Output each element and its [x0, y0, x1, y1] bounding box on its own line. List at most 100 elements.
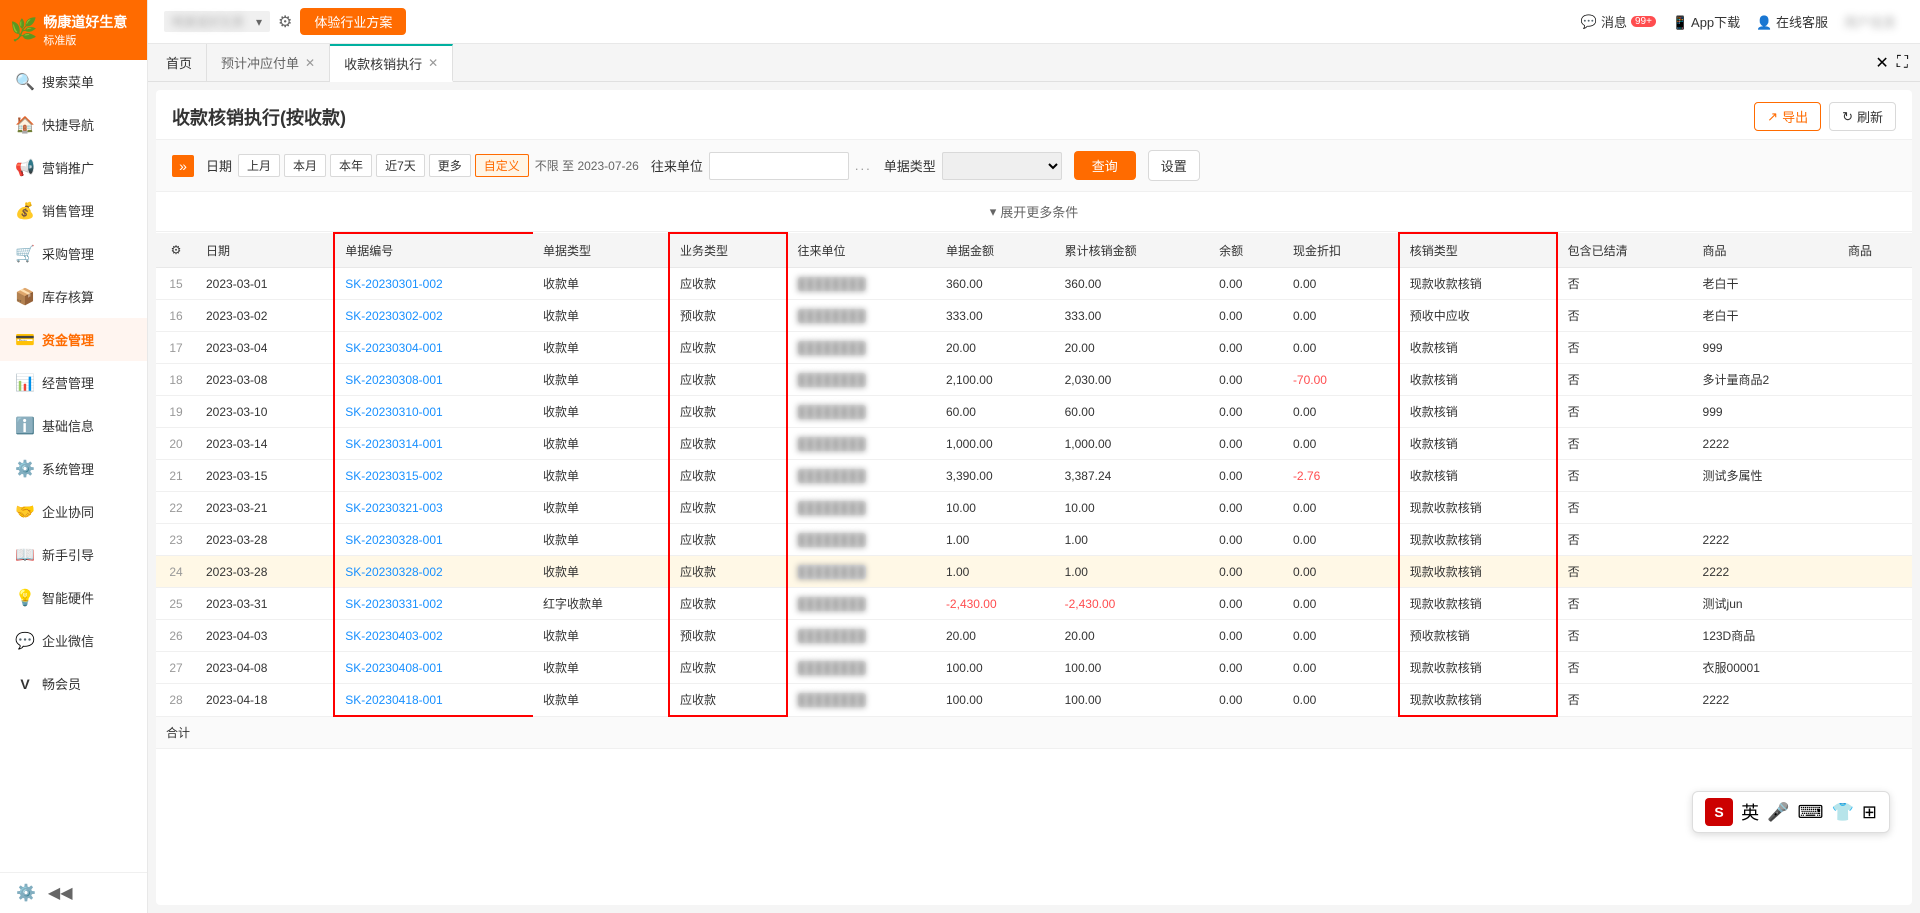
table-row: 22 2023-03-21 SK-20230321-003 收款单 应收款 ██… [156, 492, 1912, 524]
tab-maximize-btn[interactable]: ⛶ [1897, 54, 1908, 72]
col-header-product2[interactable]: 商品 [1838, 233, 1912, 268]
cell-discount: 0.00 [1283, 300, 1399, 332]
tab-payable[interactable]: 预计冲应付单 ✕ [207, 44, 330, 82]
cell-partner: ████████ [787, 652, 936, 684]
cell-verified: 3,387.24 [1055, 460, 1209, 492]
cell-include-settled: 否 [1557, 364, 1693, 396]
tab-receivable[interactable]: 收款核销执行 ✕ [330, 44, 453, 82]
filter-date-custom[interactable]: 自定义 [475, 154, 529, 177]
keyboard-icon[interactable]: ⌨ [1798, 802, 1824, 823]
sidebar-item-vip[interactable]: V 畅会员 [0, 662, 147, 705]
col-header-product[interactable]: 商品 [1693, 233, 1839, 268]
order-no-link[interactable]: SK-20230418-001 [345, 693, 442, 707]
search-menu-icon: 🔍 [16, 73, 34, 91]
order-no-link[interactable]: SK-20230328-001 [345, 533, 442, 547]
filter-partner-input[interactable] [709, 152, 849, 180]
english-btn[interactable]: 英 [1741, 799, 1759, 825]
col-header-date[interactable]: 日期 [196, 233, 334, 268]
order-no-link[interactable]: SK-20230321-003 [345, 501, 442, 515]
col-header-verify-type[interactable]: 核销类型 [1399, 233, 1557, 268]
sidebar-item-wechat[interactable]: 💬 企业微信 [0, 619, 147, 662]
expand-more-btn[interactable]: ▾ 展开更多条件 [982, 198, 1087, 225]
filter-date-7days[interactable]: 近7天 [376, 154, 425, 177]
filter-toggle-btn[interactable]: » [172, 155, 194, 177]
cell-verified: 1.00 [1055, 556, 1209, 588]
order-no-link[interactable]: SK-20230315-002 [345, 469, 442, 483]
shirt-icon[interactable]: 👕 [1831, 802, 1853, 823]
cell-balance: 0.00 [1209, 652, 1283, 684]
cell-balance: 0.00 [1209, 620, 1283, 652]
tab-close-all-btn[interactable]: ✕ [1875, 53, 1888, 73]
message-badge-container[interactable]: 💬 消息 99+ [1581, 12, 1656, 31]
sidebar-item-basic[interactable]: ℹ️ 基础信息 [0, 404, 147, 447]
user-info[interactable]: 用户信息 [1844, 12, 1904, 31]
sidebar-item-purchase[interactable]: 🛒 采购管理 [0, 232, 147, 275]
settings-gear-btn[interactable]: ⚙ [278, 12, 292, 32]
sidebar-item-finance[interactable]: 💳 资金管理 [0, 318, 147, 361]
col-header-include-settled[interactable]: 包含已结清 [1557, 233, 1693, 268]
cell-verify-type: 收款核销 [1399, 428, 1557, 460]
main-area: 畅康道好生意 ▾ ⚙ 体验行业方案 💬 消息 99+ 📱 App下载 👤 在线客… [148, 0, 1920, 913]
order-no-link[interactable]: SK-20230314-001 [345, 437, 442, 451]
sidebar-item-search[interactable]: 🔍 搜索菜单 [0, 60, 147, 103]
order-no-link[interactable]: SK-20230331-002 [345, 597, 442, 611]
refresh-button[interactable]: ↻ 刷新 [1829, 102, 1896, 131]
sidebar-item-system[interactable]: ⚙️ 系统管理 [0, 447, 147, 490]
app-download-link[interactable]: 📱 App下载 [1672, 12, 1740, 31]
tab-receivable-close-icon[interactable]: ✕ [428, 56, 438, 70]
cell-include-settled: 否 [1557, 396, 1693, 428]
table-row: 21 2023-03-15 SK-20230315-002 收款单 应收款 ██… [156, 460, 1912, 492]
filter-date-more[interactable]: 更多 [429, 154, 471, 177]
sidebar-item-hardware[interactable]: 💡 智能硬件 [0, 576, 147, 619]
order-no-link[interactable]: SK-20230302-002 [345, 309, 442, 323]
cell-order-type: 收款单 [533, 364, 669, 396]
col-header-amount[interactable]: 单据金额 [936, 233, 1055, 268]
cell-biz-type: 应收款 [669, 364, 787, 396]
col-header-biz-type[interactable]: 业务类型 [669, 233, 787, 268]
sidebar-item-quicknav[interactable]: 🏠 快捷导航 [0, 103, 147, 146]
table-footer-label: 合计 [156, 716, 1912, 749]
query-button[interactable]: 查询 [1074, 151, 1136, 180]
sidebar-settings-btn[interactable]: ⚙️ [16, 883, 36, 903]
col-header-order-no[interactable]: 单据编号 [334, 233, 533, 268]
tab-payable-close-icon[interactable]: ✕ [305, 56, 315, 70]
sidebar-collapse-btn[interactable]: ◀◀ [48, 883, 73, 903]
col-header-partner[interactable]: 往来单位 [787, 233, 936, 268]
col-header-balance[interactable]: 余额 [1209, 233, 1283, 268]
cell-amount: 360.00 [936, 268, 1055, 300]
order-no-link[interactable]: SK-20230301-002 [345, 277, 442, 291]
order-no-link[interactable]: SK-20230308-001 [345, 373, 442, 387]
order-no-link[interactable]: SK-20230310-001 [345, 405, 442, 419]
order-no-link[interactable]: SK-20230328-002 [345, 565, 442, 579]
marketing-icon: 📢 [16, 159, 34, 177]
basic-icon: ℹ️ [16, 417, 34, 435]
mic-icon[interactable]: 🎤 [1767, 802, 1789, 823]
sidebar-item-operations[interactable]: 📊 经营管理 [0, 361, 147, 404]
tab-home[interactable]: 首页 [152, 44, 207, 82]
order-no-link[interactable]: SK-20230304-001 [345, 341, 442, 355]
filter-date-this-year[interactable]: 本年 [330, 154, 372, 177]
sidebar-item-inventory[interactable]: 📦 库存核算 [0, 275, 147, 318]
filter-date-this-month[interactable]: 本月 [284, 154, 326, 177]
sidebar-item-marketing[interactable]: 📢 营销推广 [0, 146, 147, 189]
sidebar-item-sales[interactable]: 💰 销售管理 [0, 189, 147, 232]
solution-button[interactable]: 体验行业方案 [300, 8, 406, 35]
filter-date-last-month[interactable]: 上月 [238, 154, 280, 177]
cell-product2 [1838, 300, 1912, 332]
sidebar-item-guide[interactable]: 📖 新手引导 [0, 533, 147, 576]
export-button[interactable]: ↗ 导出 [1754, 102, 1821, 131]
sidebar-item-enterprise[interactable]: 🤝 企业协同 [0, 490, 147, 533]
order-no-link[interactable]: SK-20230408-001 [345, 661, 442, 675]
col-header-order-type[interactable]: 单据类型 [533, 233, 669, 268]
col-header-discount[interactable]: 现金折扣 [1283, 233, 1399, 268]
breadcrumb-app[interactable]: 畅康道好生意 ▾ [164, 11, 270, 32]
filter-settings-button[interactable]: 设置 [1148, 150, 1200, 181]
grid-icon[interactable]: ⊞ [1862, 802, 1877, 823]
cell-balance: 0.00 [1209, 684, 1283, 717]
floating-toolbar: S 英 🎤 ⌨ 👕 ⊞ [1692, 791, 1890, 833]
filter-voucher-type-select[interactable] [942, 152, 1062, 180]
partner-cell-blurred: ████████ [798, 469, 866, 483]
col-header-verified[interactable]: 累计核销金额 [1055, 233, 1209, 268]
order-no-link[interactable]: SK-20230403-002 [345, 629, 442, 643]
online-service-link[interactable]: 👤 在线客服 [1756, 12, 1828, 31]
